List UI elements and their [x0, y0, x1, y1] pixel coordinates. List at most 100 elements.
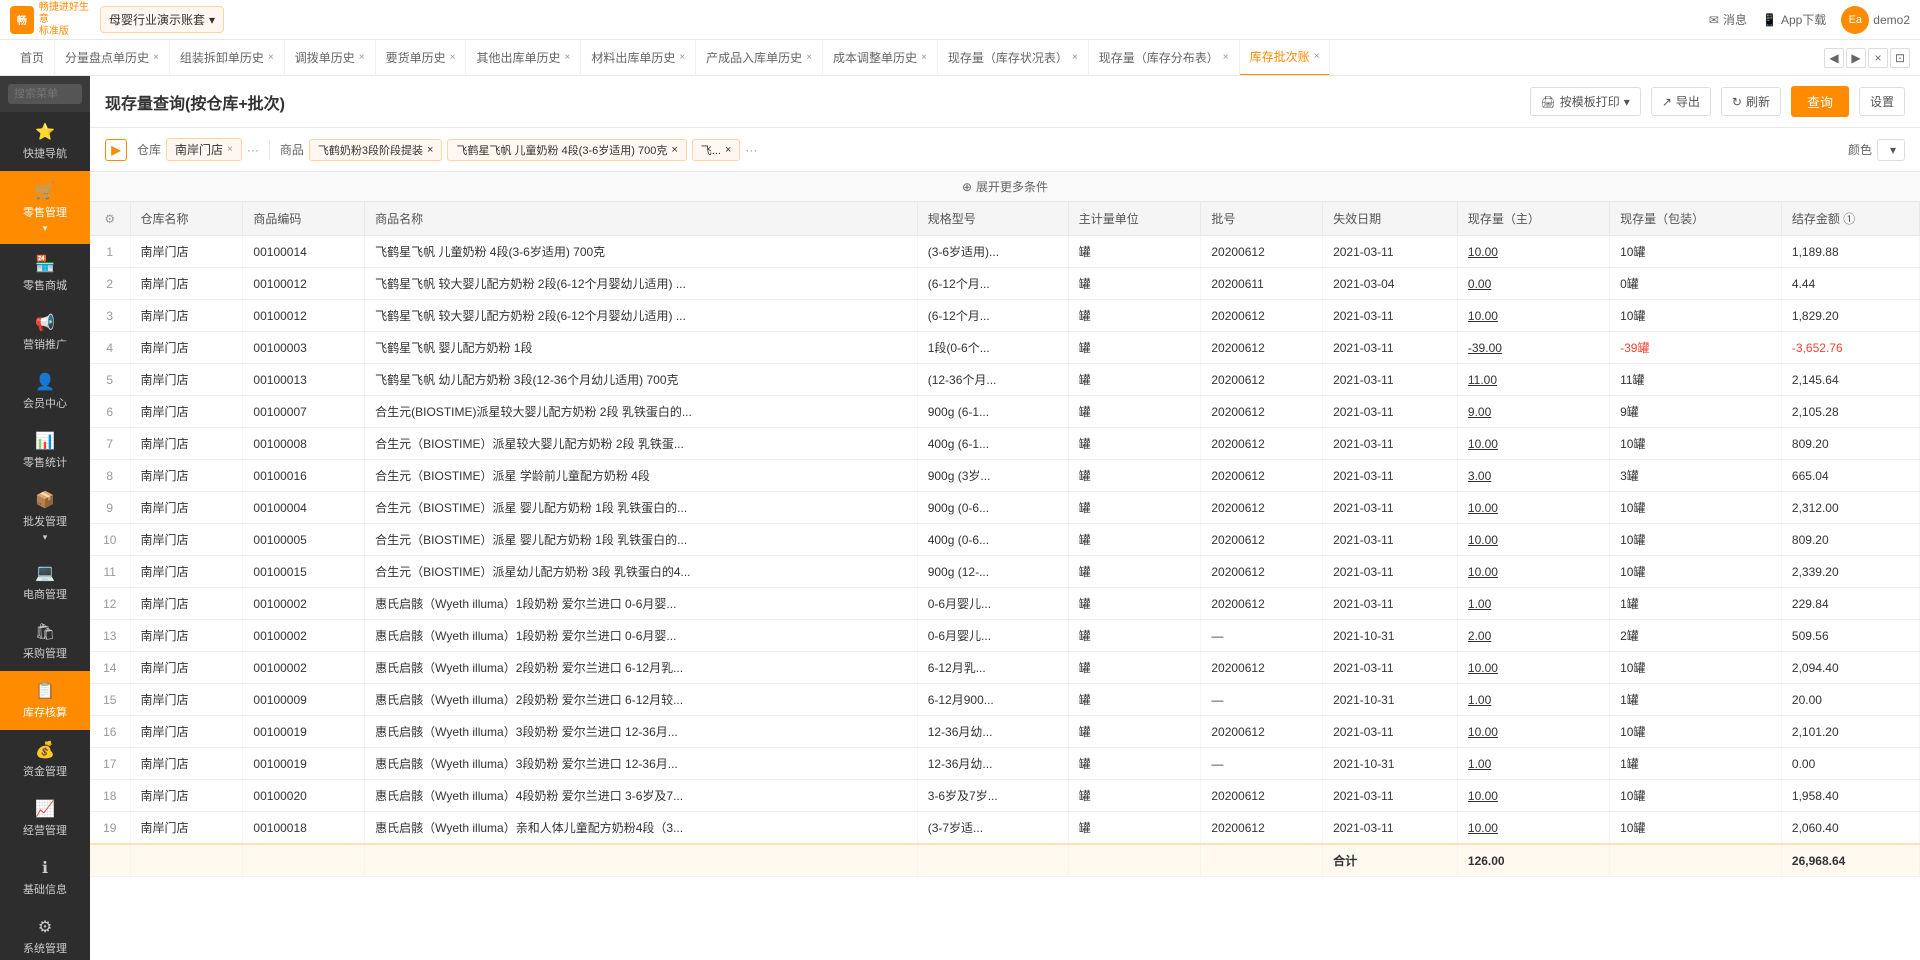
refresh-btn[interactable]: ↻ 刷新	[1721, 87, 1781, 116]
product-tag-extra[interactable]: 飞... ×	[692, 139, 741, 161]
tab-assembly[interactable]: 组装拆卸单历史 ×	[170, 40, 285, 76]
tab-next-btn[interactable]: ▶	[1846, 48, 1866, 68]
close-tab-material-out[interactable]: ×	[679, 52, 685, 63]
tab-transfer[interactable]: 调拨单历史 ×	[285, 40, 376, 76]
tab-stock-dist[interactable]: 现存量（库存分布表） ×	[1089, 40, 1240, 76]
th-warehouse: 仓库名称	[130, 202, 243, 236]
tab-home[interactable]: 首页	[10, 40, 55, 76]
cell-warehouse: 南岸门店	[130, 460, 243, 492]
cell-stock[interactable]: 10.00	[1457, 300, 1609, 332]
cell-stock[interactable]: 10.00	[1457, 812, 1609, 845]
tab-menu-btn[interactable]: ⊡	[1890, 48, 1910, 68]
query-btn[interactable]: 查询	[1791, 86, 1849, 117]
close-tab-assembly[interactable]: ×	[268, 52, 274, 63]
close-tab-transfer[interactable]: ×	[359, 52, 365, 63]
product-tag-1-remove[interactable]: ×	[427, 144, 433, 156]
product-more-btn[interactable]: ···	[745, 143, 757, 157]
filter-expand-btn[interactable]: ▶	[105, 139, 127, 161]
cell-no: 17	[90, 748, 130, 780]
sidebar-item-finance[interactable]: 💰 资金管理	[0, 730, 90, 789]
tab-material-out[interactable]: 材料出库单历史 ×	[581, 40, 696, 76]
app-download-btn[interactable]: 📱 App下载	[1762, 11, 1826, 28]
sidebar-item-quicknav[interactable]: ⭐ 快捷导航	[0, 112, 90, 171]
account-dropdown[interactable]: 母婴行业演示账套 ▾	[100, 6, 224, 33]
th-settings[interactable]: ⚙	[90, 202, 130, 236]
settings-btn[interactable]: 设置	[1859, 87, 1905, 116]
tab-other-out[interactable]: 其他出库单历史 ×	[466, 40, 581, 76]
sidebar-item-wholesale[interactable]: 📦 批发管理 ▾	[0, 480, 90, 553]
product-tag-extra-remove[interactable]: ×	[725, 144, 731, 156]
cell-stock[interactable]: 0.00	[1457, 268, 1609, 300]
close-tab-other-out[interactable]: ×	[564, 52, 570, 63]
cell-pkg-stock: 2罐	[1610, 620, 1782, 652]
print-btn[interactable]: 🖨 按模板打印 ▾	[1530, 87, 1641, 116]
export-btn[interactable]: ↗ 导出	[1651, 87, 1711, 116]
sidebar-label-ecommerce: 电商管理	[23, 586, 67, 602]
cell-expiry: 2021-03-11	[1323, 300, 1458, 332]
warehouse-tag[interactable]: 南岸门店 ×	[166, 138, 242, 161]
cell-stock[interactable]: 9.00	[1457, 396, 1609, 428]
cell-code: 00100005	[243, 524, 365, 556]
cell-stock[interactable]: 10.00	[1457, 524, 1609, 556]
warehouse-more-btn[interactable]: ···	[247, 143, 259, 157]
warehouse-tag-remove[interactable]: ×	[227, 144, 233, 155]
product-tag-1[interactable]: 飞鹤奶粉3段阶段提装 ×	[309, 139, 443, 161]
close-tab-batch[interactable]: ×	[1314, 51, 1320, 62]
cell-spec: 12-36月幼...	[917, 716, 1068, 748]
cell-stock[interactable]: 1.00	[1457, 684, 1609, 716]
cell-stock[interactable]: 10.00	[1457, 652, 1609, 684]
sidebar-item-system[interactable]: ⚙ 系统管理	[0, 907, 90, 960]
tab-close-all-btn[interactable]: ×	[1868, 48, 1888, 68]
tab-batch-account[interactable]: 库存批次账 ×	[1240, 40, 1331, 76]
product-tag-2[interactable]: 飞鹤星飞帆 儿童奶粉 4段(3-6岁适用) 700克 ×	[447, 139, 686, 161]
cell-stock[interactable]: 1.00	[1457, 748, 1609, 780]
cell-expiry: 2021-03-11	[1323, 396, 1458, 428]
sidebar-search-menu[interactable]	[0, 76, 90, 112]
close-tab-cost-adjust[interactable]: ×	[921, 52, 927, 63]
cell-stock[interactable]: 2.00	[1457, 620, 1609, 652]
sidebar-item-retail-stat[interactable]: 📊 零售统计	[0, 421, 90, 480]
cell-stock[interactable]: 10.00	[1457, 492, 1609, 524]
close-tab-requisition[interactable]: ×	[450, 52, 456, 63]
tab-cost-adjust[interactable]: 成本调整单历史 ×	[823, 40, 938, 76]
cell-stock[interactable]: 10.00	[1457, 556, 1609, 588]
tab-split-inventory[interactable]: 分量盘点单历史 ×	[55, 40, 170, 76]
cell-stock[interactable]: 11.00	[1457, 364, 1609, 396]
search-menu-input[interactable]	[8, 84, 82, 104]
cell-stock[interactable]: 10.00	[1457, 236, 1609, 268]
tab-stock-status[interactable]: 现存量（库存状况表） ×	[938, 40, 1089, 76]
color-dropdown[interactable]: ▾	[1877, 139, 1905, 161]
sidebar-item-member[interactable]: 👤 会员中心	[0, 362, 90, 421]
cell-stock[interactable]: -39.00	[1457, 332, 1609, 364]
cell-stock[interactable]: 10.00	[1457, 716, 1609, 748]
user-menu[interactable]: Ea demo2	[1841, 6, 1910, 34]
cell-stock[interactable]: 10.00	[1457, 780, 1609, 812]
close-tab-stock-status[interactable]: ×	[1072, 52, 1078, 63]
cell-name: 合生元（BIOSTIME）派星 婴儿配方奶粉 1段 乳铁蛋白的...	[365, 524, 918, 556]
sidebar-item-purchase[interactable]: 🛍 采购管理	[0, 612, 90, 671]
product-tag-2-remove[interactable]: ×	[671, 144, 677, 156]
cell-stock[interactable]: 1.00	[1457, 588, 1609, 620]
table-row: 14 南岸门店 00100002 惠氏启骸（Wyeth illuma）2段奶粉 …	[90, 652, 1920, 684]
sidebar-item-mall[interactable]: 🏪 零售商城	[0, 244, 90, 303]
sidebar-item-ecommerce[interactable]: 💻 电商管理	[0, 553, 90, 612]
th-name: 商品名称	[365, 202, 918, 236]
tab-requisition[interactable]: 要货单历史 ×	[376, 40, 467, 76]
close-tab-product-in[interactable]: ×	[806, 52, 812, 63]
close-tab-split[interactable]: ×	[153, 52, 159, 63]
sidebar-item-inventory[interactable]: 📋 库存核算	[0, 671, 90, 730]
table-row: 16 南岸门店 00100019 惠氏启骸（Wyeth illuma）3段奶粉 …	[90, 716, 1920, 748]
sidebar-item-marketing[interactable]: 📢 营销推广	[0, 303, 90, 362]
message-btn[interactable]: ✉ 消息	[1709, 11, 1747, 28]
tab-product-in[interactable]: 产成品入库单历史 ×	[696, 40, 823, 76]
cell-unit: 罐	[1068, 716, 1201, 748]
expand-more-btn[interactable]: ⊕ 展开更多条件	[962, 178, 1048, 195]
close-tab-stock-dist[interactable]: ×	[1223, 52, 1229, 63]
cell-batch: 20200612	[1201, 780, 1323, 812]
sidebar-item-retail[interactable]: 🛒 零售管理 ▾	[0, 171, 90, 244]
sidebar-item-basic-info[interactable]: ℹ 基础信息	[0, 848, 90, 907]
sidebar-item-operations[interactable]: 📈 经营管理	[0, 789, 90, 848]
cell-stock[interactable]: 10.00	[1457, 428, 1609, 460]
cell-stock[interactable]: 3.00	[1457, 460, 1609, 492]
tab-prev-btn[interactable]: ◀	[1824, 48, 1844, 68]
